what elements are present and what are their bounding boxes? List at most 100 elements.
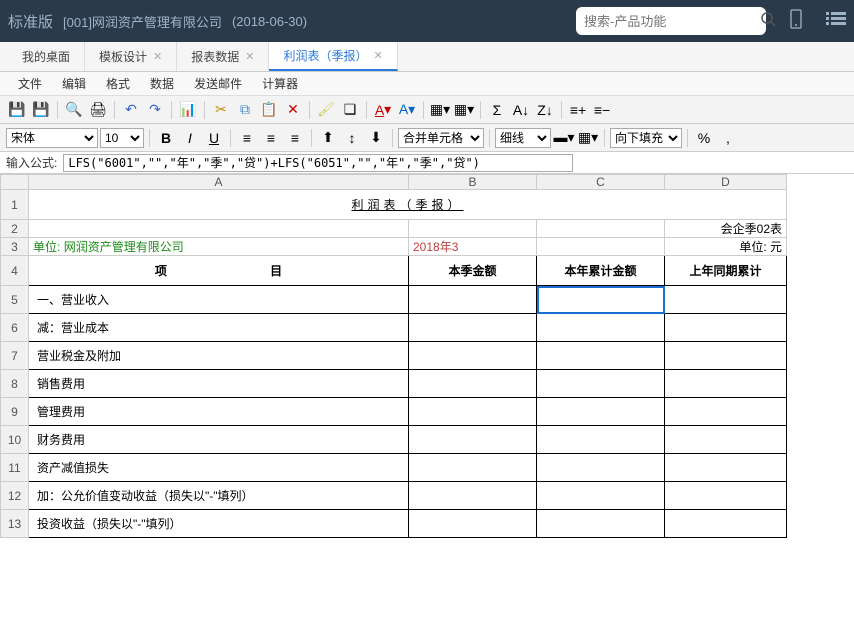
clear-format-icon[interactable]: ❏	[339, 99, 361, 121]
delete-row-icon[interactable]: ≡−	[591, 99, 613, 121]
menu-icon[interactable]	[826, 11, 846, 32]
value-cell[interactable]	[409, 370, 537, 398]
comma-button[interactable]: ,	[717, 127, 739, 149]
col-header-b[interactable]: B	[409, 175, 537, 190]
tab-0[interactable]: 我的桌面	[8, 42, 85, 71]
insert-row-icon[interactable]: ≡+	[567, 99, 589, 121]
close-icon[interactable]: ✕	[374, 49, 383, 62]
formula-input[interactable]	[63, 154, 573, 172]
menu-item-1[interactable]: 编辑	[52, 72, 96, 95]
row-header[interactable]: 4	[1, 256, 29, 286]
line-select[interactable]: 细线	[495, 128, 551, 148]
align-center-icon[interactable]: ≡	[260, 127, 282, 149]
percent-button[interactable]: %	[693, 127, 715, 149]
menu-item-3[interactable]: 数据	[140, 72, 184, 95]
line-color-icon[interactable]: ▬▾	[553, 127, 575, 149]
item-cell[interactable]: 一、营业收入	[29, 286, 409, 314]
row-header[interactable]: 1	[1, 190, 29, 220]
value-cell[interactable]	[665, 286, 787, 314]
value-cell[interactable]	[537, 398, 665, 426]
valign-mid-icon[interactable]: ↕	[341, 127, 363, 149]
mobile-icon[interactable]	[788, 9, 804, 34]
value-cell[interactable]	[665, 454, 787, 482]
row-header[interactable]: 3	[1, 238, 29, 256]
menu-item-2[interactable]: 格式	[96, 72, 140, 95]
align-left-icon[interactable]: ≡	[236, 127, 258, 149]
sort-desc-icon[interactable]: Z↓	[534, 99, 556, 121]
font-select[interactable]: 宋体	[6, 128, 98, 148]
close-icon[interactable]: ✕	[153, 50, 162, 63]
row-header[interactable]: 13	[1, 510, 29, 538]
save-icon[interactable]: 💾	[6, 99, 28, 121]
header-quarter[interactable]: 本季金额	[409, 256, 537, 286]
border-icon[interactable]: ▦▾	[429, 99, 451, 121]
value-cell[interactable]	[409, 314, 537, 342]
border2-icon[interactable]: ▦▾	[453, 99, 475, 121]
period-cell[interactable]: 2018年3	[409, 238, 537, 256]
value-cell[interactable]	[537, 314, 665, 342]
value-cell[interactable]	[409, 398, 537, 426]
cell[interactable]	[29, 220, 409, 238]
value-cell[interactable]	[537, 482, 665, 510]
cell[interactable]	[537, 238, 665, 256]
valign-top-icon[interactable]: ⬆	[317, 127, 339, 149]
value-cell[interactable]	[537, 454, 665, 482]
search-box[interactable]	[576, 7, 766, 35]
bg-color-icon[interactable]: A▾	[396, 99, 418, 121]
paste-icon[interactable]: 📋	[258, 99, 280, 121]
preview-icon[interactable]: 🔍	[63, 99, 85, 121]
value-cell[interactable]	[409, 286, 537, 314]
font-color-icon[interactable]: A▾	[372, 99, 394, 121]
item-cell[interactable]: 财务费用	[29, 426, 409, 454]
row-header[interactable]: 6	[1, 314, 29, 342]
company-cell[interactable]: 单位: 网润资产管理有限公司	[29, 238, 409, 256]
value-cell[interactable]	[537, 370, 665, 398]
row-header[interactable]: 11	[1, 454, 29, 482]
row-header[interactable]: 10	[1, 426, 29, 454]
value-cell[interactable]	[409, 342, 537, 370]
value-cell[interactable]	[537, 510, 665, 538]
bold-button[interactable]: B	[155, 127, 177, 149]
row-header[interactable]: 12	[1, 482, 29, 510]
value-cell[interactable]	[409, 510, 537, 538]
merge-select[interactable]: 合并单元格	[398, 128, 484, 148]
italic-button[interactable]: I	[179, 127, 201, 149]
corner-cell[interactable]	[1, 175, 29, 190]
item-cell[interactable]: 加：公允价值变动收益（损失以"-"填列）	[29, 482, 409, 510]
value-cell[interactable]	[665, 370, 787, 398]
item-cell[interactable]: 销售费用	[29, 370, 409, 398]
item-cell[interactable]: 资产减值损失	[29, 454, 409, 482]
save-all-icon[interactable]: 💾	[30, 99, 52, 121]
fill-select[interactable]: 向下填充	[610, 128, 682, 148]
underline-button[interactable]: U	[203, 127, 225, 149]
value-cell[interactable]	[665, 398, 787, 426]
value-cell[interactable]	[409, 482, 537, 510]
value-cell[interactable]	[537, 342, 665, 370]
row-header[interactable]: 9	[1, 398, 29, 426]
spreadsheet[interactable]: A B C D 1 利润表（季报） 2 会企季02表 3 单位: 网润资产管理有…	[0, 174, 854, 538]
search-input[interactable]	[584, 14, 760, 29]
sort-asc-icon[interactable]: A↓	[510, 99, 532, 121]
row-header[interactable]: 2	[1, 220, 29, 238]
row-header[interactable]: 7	[1, 342, 29, 370]
delete-icon[interactable]: ✕	[282, 99, 304, 121]
sum-icon[interactable]: Σ	[486, 99, 508, 121]
border-style-icon[interactable]: ▦▾	[577, 127, 599, 149]
valign-bot-icon[interactable]: ⬇	[365, 127, 387, 149]
header-item[interactable]: 项 目	[29, 256, 409, 286]
value-cell[interactable]	[537, 426, 665, 454]
print-icon[interactable]: 🖨	[87, 99, 109, 121]
tab-2[interactable]: 报表数据✕	[177, 42, 269, 71]
cell[interactable]	[537, 220, 665, 238]
value-cell[interactable]	[537, 286, 665, 314]
col-header-d[interactable]: D	[665, 175, 787, 190]
menu-item-4[interactable]: 发送邮件	[184, 72, 252, 95]
value-cell[interactable]	[665, 426, 787, 454]
value-cell[interactable]	[665, 342, 787, 370]
value-cell[interactable]	[665, 482, 787, 510]
redo-icon[interactable]: ↷	[144, 99, 166, 121]
copy-icon[interactable]: ⧉	[234, 99, 256, 121]
value-cell[interactable]	[409, 426, 537, 454]
cell[interactable]	[409, 220, 537, 238]
item-cell[interactable]: 管理费用	[29, 398, 409, 426]
